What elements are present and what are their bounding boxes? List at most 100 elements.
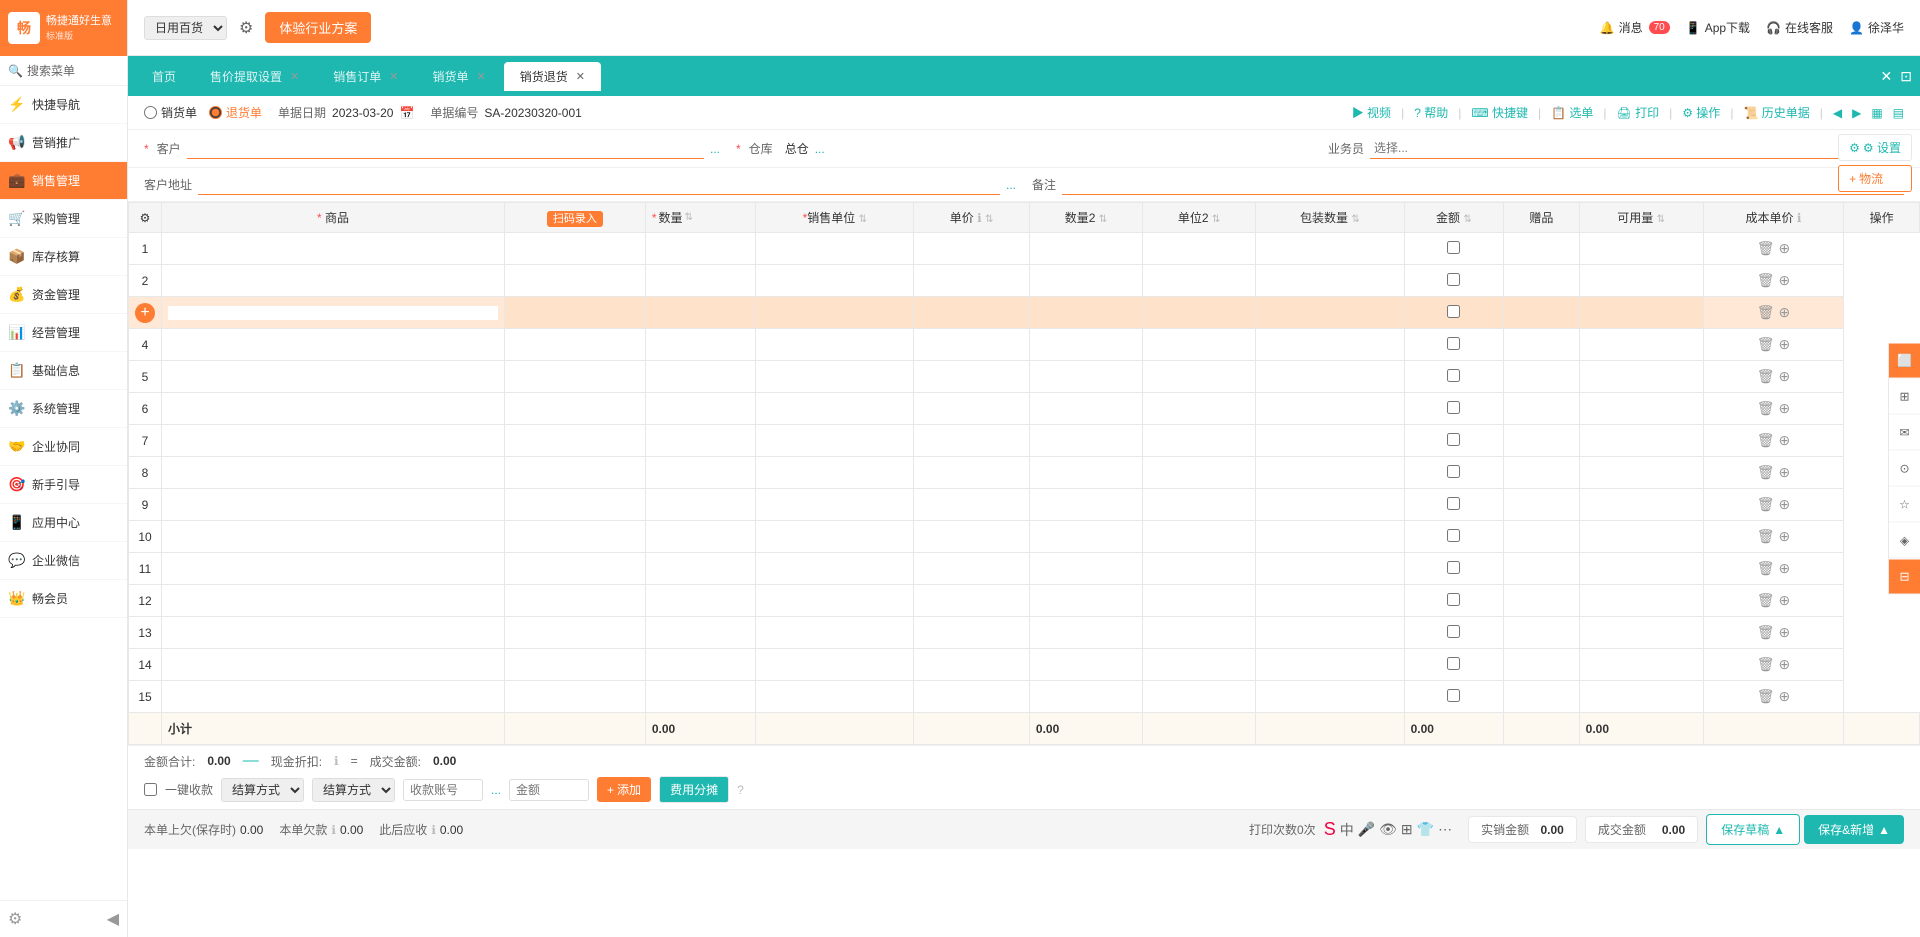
right-tool-4[interactable]: ⊙: [1889, 451, 1920, 486]
addr-dots[interactable]: ...: [1006, 178, 1016, 192]
notification-item[interactable]: 🔔 消息 70: [1600, 19, 1670, 36]
delete-row-icon[interactable]: 🗑: [1757, 688, 1775, 705]
print-action[interactable]: 🖨 打印: [1617, 104, 1660, 121]
radio-return-input[interactable]: [209, 106, 222, 119]
gift-cell[interactable]: [1404, 425, 1503, 457]
delete-row-icon[interactable]: 🗑: [1757, 528, 1775, 545]
gift-checkbox[interactable]: [1447, 497, 1460, 510]
tab-close-icon[interactable]: ✕: [477, 70, 486, 83]
online-service-item[interactable]: 🎧 在线客服: [1766, 19, 1833, 36]
pack-qty-cell[interactable]: [1143, 297, 1256, 329]
add-payment-button[interactable]: + 添加: [597, 777, 651, 802]
tab-sales-return[interactable]: 销货退货 ✕: [504, 62, 601, 91]
right-tool-6[interactable]: ◈: [1889, 523, 1920, 558]
user-item[interactable]: 👤 徐泽华: [1849, 19, 1904, 36]
sidebar-item-wechat[interactable]: 💬 企业微信: [0, 542, 127, 580]
info-q-icon[interactable]: ℹ: [334, 754, 339, 768]
sidebar-item-system[interactable]: ⚙️ 系统管理: [0, 390, 127, 428]
gift-checkbox[interactable]: [1447, 241, 1460, 254]
gift-cell[interactable]: [1404, 393, 1503, 425]
fee-question-icon[interactable]: ?: [737, 783, 744, 797]
gift-cell[interactable]: [1404, 489, 1503, 521]
note-input[interactable]: [1062, 174, 1904, 195]
gift-checkbox[interactable]: [1447, 337, 1460, 350]
gift-cell[interactable]: [1404, 329, 1503, 361]
amount-sort-icon[interactable]: ⇅: [1463, 214, 1471, 225]
tab-sales-delivery[interactable]: 销货单 ✕: [416, 62, 501, 91]
tab-home[interactable]: 首页: [136, 62, 192, 91]
copy-row-icon[interactable]: ⊕: [1779, 560, 1791, 577]
quantity-cell[interactable]: [504, 297, 645, 329]
product-cell[interactable]: [162, 297, 505, 329]
gift-cell[interactable]: [1404, 649, 1503, 681]
sidebar-item-enterprise[interactable]: 🤝 企业协同: [0, 428, 127, 466]
gift-checkbox[interactable]: [1447, 369, 1460, 382]
sidebar-item-basic-info[interactable]: 📋 基础信息: [0, 352, 127, 390]
sidebar-item-guide[interactable]: 🎯 新手引导: [0, 466, 127, 504]
topbar-category-select[interactable]: 日用百货: [144, 16, 227, 40]
payment-amount-input[interactable]: [509, 779, 589, 801]
sidebar-item-sales-mgmt[interactable]: 💼 销售管理: [0, 162, 127, 200]
right-tool-2[interactable]: ⊞: [1889, 379, 1920, 414]
app-download-item[interactable]: 📱 App下载: [1686, 19, 1750, 36]
right-tool-7[interactable]: ⊟: [1889, 559, 1920, 594]
gift-checkbox[interactable]: [1447, 529, 1460, 542]
one-click-checkbox[interactable]: [144, 783, 157, 796]
copy-row-icon[interactable]: ⊕: [1779, 592, 1791, 609]
delete-row-icon[interactable]: 🗑: [1757, 304, 1775, 321]
select-action[interactable]: 📋 选单: [1551, 104, 1593, 121]
gift-cell[interactable]: [1404, 553, 1503, 585]
tab-close-icon[interactable]: ✕: [576, 70, 585, 83]
delete-row-icon[interactable]: 🗑: [1757, 400, 1775, 417]
sidebar-item-inventory[interactable]: 📦 库存核算: [0, 238, 127, 276]
gift-cell[interactable]: [1404, 233, 1503, 265]
gift-cell[interactable]: [1404, 681, 1503, 713]
tab-sales-order[interactable]: 销售订单 ✕: [317, 62, 414, 91]
copy-row-icon[interactable]: ⊕: [1779, 528, 1791, 545]
gift-checkbox[interactable]: [1447, 273, 1460, 286]
copy-row-icon[interactable]: ⊕: [1779, 400, 1791, 417]
experience-btn[interactable]: 体验行业方案: [265, 12, 371, 43]
avail-sort-icon[interactable]: ⇅: [1657, 214, 1665, 225]
person-icon[interactable]: 👕: [1417, 821, 1434, 838]
amount-cell[interactable]: [1256, 297, 1404, 329]
help-action[interactable]: ? 帮助: [1414, 104, 1448, 121]
copy-row-icon[interactable]: ⊕: [1779, 624, 1791, 641]
account-input[interactable]: [403, 779, 483, 801]
gift-cell[interactable]: [1404, 297, 1503, 329]
delete-row-icon[interactable]: 🗑: [1757, 272, 1775, 289]
copy-row-icon[interactable]: ⊕: [1779, 688, 1791, 705]
sidebar-item-finance[interactable]: 💰 资金管理: [0, 276, 127, 314]
input-method-icon[interactable]: 中: [1340, 820, 1354, 840]
next-action[interactable]: ▶: [1852, 106, 1861, 120]
gift-checkbox[interactable]: [1447, 465, 1460, 478]
unit2-sort-icon[interactable]: ⇅: [1212, 214, 1220, 225]
tab-restore-icon[interactable]: ⊡: [1900, 68, 1912, 85]
tab-close-icon[interactable]: ✕: [290, 70, 299, 83]
copy-row-icon[interactable]: ⊕: [1779, 240, 1791, 257]
delete-row-icon[interactable]: 🗑: [1757, 240, 1775, 257]
packqty-sort-icon[interactable]: ⇅: [1351, 214, 1359, 225]
checkout-method-select[interactable]: 结算方式: [221, 778, 304, 802]
warehouse-dots[interactable]: ...: [815, 142, 825, 156]
gift-checkbox[interactable]: [1447, 561, 1460, 574]
shortcut-action[interactable]: ⌨ 快捷键: [1471, 104, 1528, 121]
staff-input[interactable]: [1370, 138, 1888, 159]
gift-checkbox[interactable]: [1447, 593, 1460, 606]
history-action[interactable]: 📜 历史单据: [1743, 104, 1809, 121]
view-list-icon[interactable]: ▤: [1893, 106, 1904, 120]
gift-cell[interactable]: [1404, 265, 1503, 297]
delete-row-icon[interactable]: 🗑: [1757, 336, 1775, 353]
copy-row-icon[interactable]: ⊕: [1779, 336, 1791, 353]
sidebar-item-purchase[interactable]: 🛒 采购管理: [0, 200, 127, 238]
copy-row-icon[interactable]: ⊕: [1779, 656, 1791, 673]
radio-delivery-input[interactable]: [144, 106, 157, 119]
delete-row-icon[interactable]: 🗑: [1757, 368, 1775, 385]
gift-cell[interactable]: [1404, 457, 1503, 489]
delete-row-icon[interactable]: 🗑: [1757, 496, 1775, 513]
sidebar-item-operations[interactable]: 📊 经营管理: [0, 314, 127, 352]
right-tool-5[interactable]: ☆: [1889, 487, 1920, 522]
gift-checkbox[interactable]: [1447, 657, 1460, 670]
prev-action[interactable]: ◀: [1833, 106, 1842, 120]
gift-checkbox[interactable]: [1447, 689, 1460, 702]
